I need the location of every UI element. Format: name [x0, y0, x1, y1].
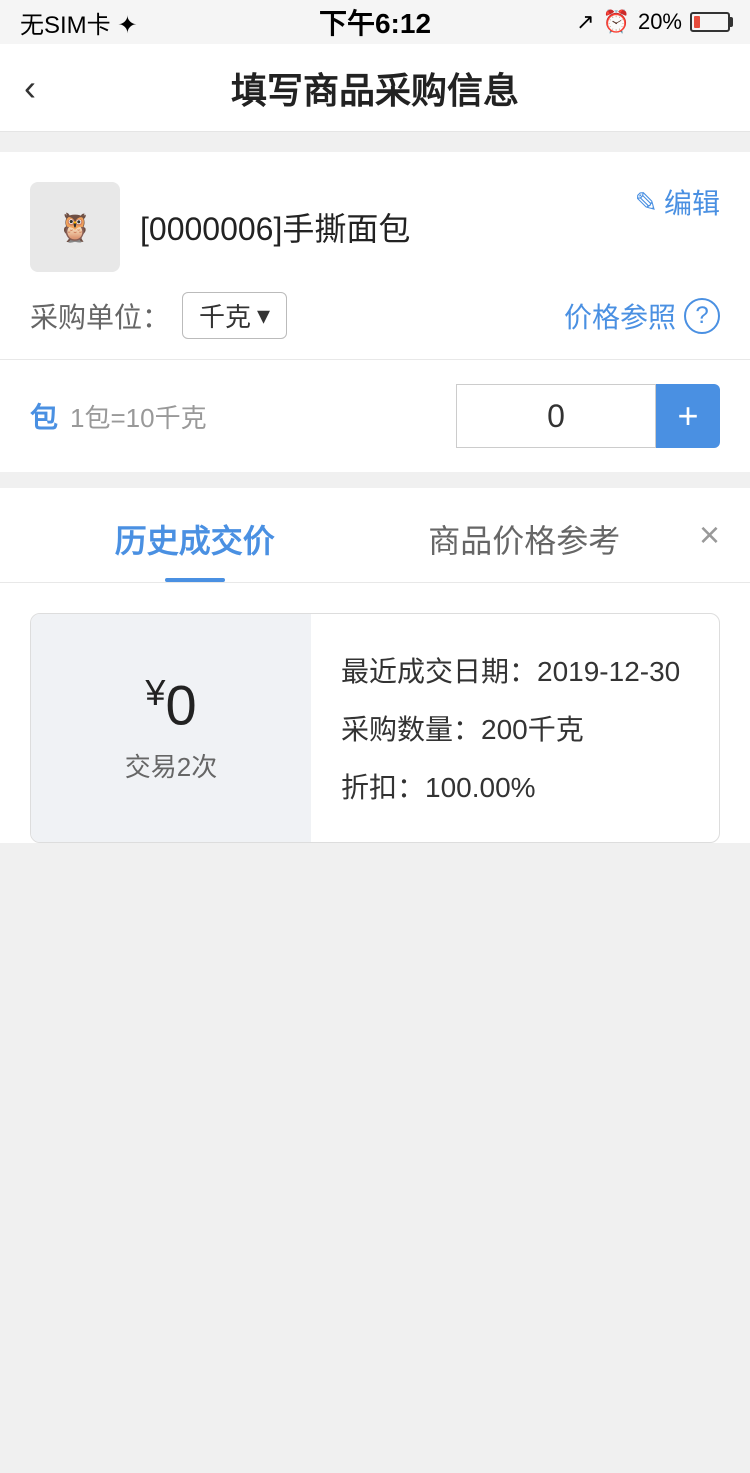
content-area [0, 873, 750, 1473]
discount-row: 折扣：100.00% [341, 766, 689, 806]
unit-conversion: 1包=10千克 [70, 398, 207, 435]
alarm-icon: ⏰ [603, 9, 630, 35]
history-price-card: ¥0 交易2次 最近成交日期：2019-12-30 采购数量：200千克 折扣：… [30, 613, 720, 843]
quantity-row: 包 1包=10千克 + [0, 359, 750, 472]
unit-icon: 包 [30, 396, 58, 436]
battery-percent: 20% [638, 9, 682, 35]
product-left: 🦉 [0000006]手撕面包 [30, 182, 410, 272]
quantity-plus-button[interactable]: + [656, 384, 720, 448]
tab-history-price[interactable]: 历史成交价 [30, 488, 359, 582]
carrier-text: 无SIM卡 ✦ [20, 5, 137, 40]
unit-select[interactable]: 千克 ▾ [182, 292, 287, 339]
page-title: 填写商品采购信息 [231, 62, 519, 114]
back-button[interactable]: ‹ [24, 67, 36, 109]
edit-icon: ✎ [635, 186, 658, 219]
tab-history-label: 历史成交价 [115, 523, 275, 559]
tab-price-ref-label: 商品价格参考 [428, 523, 620, 559]
quantity-input-group: + [456, 384, 720, 448]
status-time: 下午6:12 [319, 2, 431, 42]
purchase-qty-value: 200千克 [481, 714, 584, 745]
price-card-right: 最近成交日期：2019-12-30 采购数量：200千克 折扣：100.00% [311, 614, 719, 842]
discount-value: 100.00% [425, 772, 536, 803]
edit-label: 编辑 [664, 182, 720, 222]
unit-label: 采购单位： 千克 ▾ [30, 292, 287, 339]
status-left: 无SIM卡 ✦ [20, 5, 137, 40]
quantity-unit-info: 包 1包=10千克 [30, 396, 207, 436]
edit-button[interactable]: ✎ 编辑 [635, 182, 720, 222]
discount-label: 折扣： [341, 772, 425, 803]
price-amount: 0 [165, 673, 196, 736]
dropdown-icon: ▾ [257, 300, 270, 331]
tab-underline [165, 578, 225, 582]
purchase-qty-row: 采购数量：200千克 [341, 708, 689, 748]
price-ref-label: 价格参照 [564, 296, 676, 336]
price-trades: 交易2次 [125, 747, 217, 784]
status-bar: 无SIM卡 ✦ 下午6:12 ↗ ⏰ 20% [0, 0, 750, 44]
purchase-qty-label: 采购数量： [341, 714, 481, 745]
currency-symbol: ¥ [145, 672, 165, 713]
recent-date-label: 最近成交日期： [341, 656, 537, 687]
product-thumbnail: 🦉 [30, 182, 120, 272]
product-card: 🦉 [0000006]手撕面包 ✎ 编辑 采购单位： 千克 ▾ 价格参照 ? [0, 152, 750, 359]
price-display: ¥0 [145, 672, 196, 738]
unit-value: 千克 [199, 297, 251, 334]
tab-product-price-ref[interactable]: 商品价格参考 [359, 488, 688, 582]
tab-section: 历史成交价 商品价格参考 × ¥0 交易2次 最近成交日期：2019-12-30… [0, 488, 750, 843]
nav-bar: ‹ 填写商品采购信息 [0, 44, 750, 132]
recent-date-row: 最近成交日期：2019-12-30 [341, 650, 689, 690]
price-ref-button[interactable]: 价格参照 ? [564, 296, 720, 336]
tab-close-button[interactable]: × [699, 494, 720, 576]
price-card-left: ¥0 交易2次 [31, 614, 311, 842]
product-name: [0000006]手撕面包 [140, 204, 410, 250]
quantity-input[interactable] [456, 384, 656, 448]
location-icon: ↗ [576, 9, 594, 35]
status-right: ↗ ⏰ 20% [576, 9, 730, 35]
product-unit-row: 采购单位： 千克 ▾ 价格参照 ? [30, 292, 720, 339]
owl-icon: 🦉 [58, 211, 93, 244]
help-icon: ? [684, 298, 720, 334]
recent-date-value: 2019-12-30 [537, 656, 680, 687]
tab-header: 历史成交价 商品价格参考 × [0, 488, 750, 583]
battery-icon [690, 12, 730, 32]
unit-label-text: 采购单位： [30, 296, 170, 336]
product-header: 🦉 [0000006]手撕面包 ✎ 编辑 [30, 182, 720, 272]
